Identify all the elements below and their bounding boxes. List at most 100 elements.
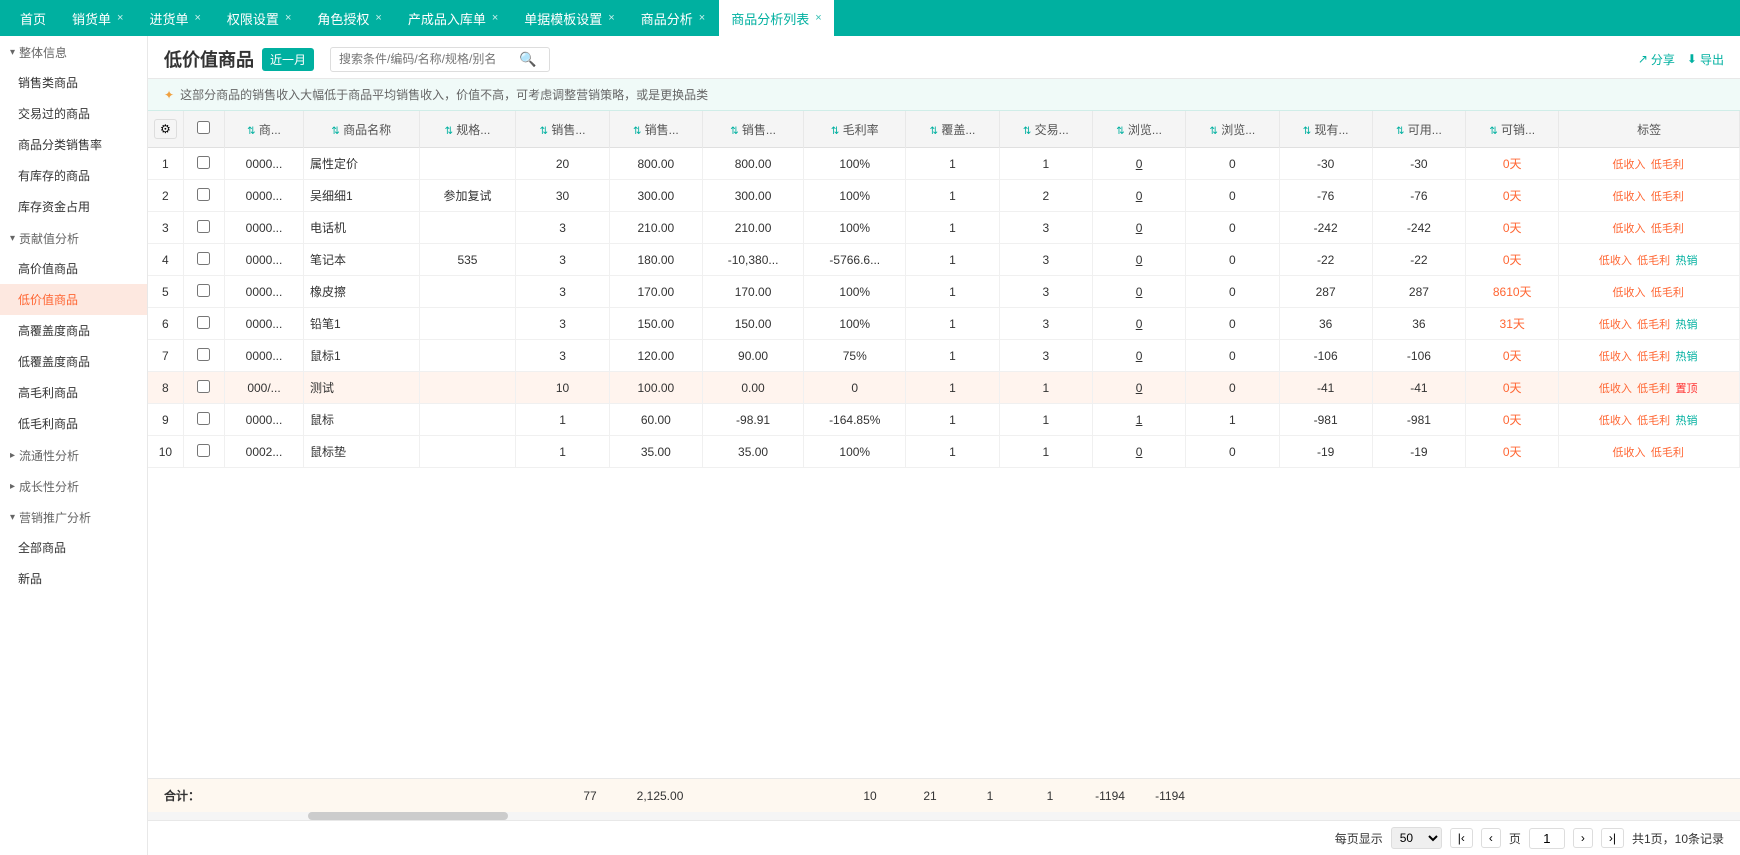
last-page-button[interactable]: ›|: [1601, 828, 1624, 848]
row-checkbox[interactable]: [197, 348, 210, 361]
sidebar-item-low-margin[interactable]: 低毛利商品: [0, 408, 147, 439]
browse-link[interactable]: 0: [1136, 221, 1143, 235]
cell-spec: [419, 340, 516, 372]
sidebar-group-overall[interactable]: ▾ 整体信息: [0, 36, 147, 67]
first-page-button[interactable]: |‹: [1450, 828, 1473, 848]
nav-close-sales[interactable]: ×: [117, 12, 123, 24]
browse-link[interactable]: 0: [1136, 157, 1143, 171]
nav-permission[interactable]: 权限设置 ×: [215, 0, 303, 36]
sort-icon-6[interactable]: ⇅: [730, 126, 738, 137]
sidebar-item-all-products[interactable]: 全部商品: [0, 532, 147, 563]
nav-close-analysis-list[interactable]: ×: [815, 12, 821, 24]
share-button[interactable]: ↗ 分享: [1638, 51, 1675, 68]
row-checkbox[interactable]: [197, 156, 210, 169]
cell-browse2: 0: [1186, 372, 1279, 404]
nav-close-role[interactable]: ×: [375, 12, 381, 24]
browse-link[interactable]: 0: [1136, 189, 1143, 203]
sidebar-item-high-value[interactable]: 高价值商品: [0, 253, 147, 284]
sidebar-item-low-coverage[interactable]: 低覆盖度商品: [0, 346, 147, 377]
tag-badge: 低毛利: [1637, 351, 1670, 363]
sidebar-group-growth[interactable]: ▸ 成长性分析: [0, 470, 147, 501]
sort-icon-2[interactable]: ⇅: [331, 126, 339, 137]
sort-icon-7[interactable]: ⇅: [831, 126, 839, 137]
row-checkbox[interactable]: [197, 316, 210, 329]
sidebar-item-new-products[interactable]: 新品: [0, 563, 147, 594]
table-row: 2 0000... 吴细细1 参加复试 30 300.00 300.00 100…: [148, 180, 1740, 212]
nav-close-purchase[interactable]: ×: [194, 12, 200, 24]
pagination-bar: 每页显示 50 100 200 |‹ ‹ 页 › ›| 共1页，10条记录: [148, 820, 1740, 855]
row-checkbox[interactable]: [197, 412, 210, 425]
nav-purchase-order[interactable]: 进货单 ×: [137, 0, 212, 36]
horizontal-scrollbar[interactable]: [148, 812, 1740, 820]
nav-template-setting[interactable]: 单据模板设置 ×: [512, 0, 626, 36]
sidebar-item-high-coverage[interactable]: 高覆盖度商品: [0, 315, 147, 346]
cell-browse1: 0: [1092, 308, 1185, 340]
sort-icon-8[interactable]: ⇅: [930, 126, 938, 137]
browse-link[interactable]: 0: [1136, 381, 1143, 395]
sidebar-group-circulation[interactable]: ▸ 流通性分析: [0, 439, 147, 470]
cell-available: -19: [1372, 436, 1465, 468]
sidebar-item-high-margin[interactable]: 高毛利商品: [0, 377, 147, 408]
page-size-select[interactable]: 50 100 200: [1391, 827, 1442, 849]
nav-close-product[interactable]: ×: [492, 12, 498, 24]
page-number-input[interactable]: [1529, 828, 1565, 849]
nav-product-analysis[interactable]: 商品分析 ×: [629, 0, 717, 36]
prev-page-button[interactable]: ‹: [1481, 828, 1501, 848]
cell-available: -981: [1372, 404, 1465, 436]
nav-product-analysis-list[interactable]: 商品分析列表 ×: [719, 0, 833, 36]
nav-sales-order[interactable]: 销货单 ×: [60, 0, 135, 36]
cell-browse1: 0: [1092, 212, 1185, 244]
sidebar-item-traded-products[interactable]: 交易过的商品: [0, 98, 147, 129]
browse-link[interactable]: 0: [1136, 253, 1143, 267]
nav-role-auth[interactable]: 角色授权 ×: [305, 0, 393, 36]
cell-coverage: 1: [906, 276, 999, 308]
time-filter-button[interactable]: 近一月: [262, 48, 314, 71]
browse-link[interactable]: 0: [1136, 349, 1143, 363]
browse-link[interactable]: 0: [1136, 285, 1143, 299]
browse-link[interactable]: 0: [1136, 445, 1143, 459]
export-button[interactable]: ⬇ 导出: [1687, 51, 1724, 68]
select-all-checkbox[interactable]: [197, 121, 210, 134]
sidebar-item-stock-fund[interactable]: 库存资金占用: [0, 191, 147, 222]
row-checkbox[interactable]: [197, 380, 210, 393]
sidebar-item-sales-products[interactable]: 销售类商品: [0, 67, 147, 98]
cell-spec: [419, 404, 516, 436]
nav-close-analysis[interactable]: ×: [699, 12, 705, 24]
cell-sales-qty: 3: [516, 276, 609, 308]
sidebar-item-stock-products[interactable]: 有库存的商品: [0, 160, 147, 191]
nav-close-permission[interactable]: ×: [285, 12, 291, 24]
sort-icon-11[interactable]: ⇅: [1209, 126, 1217, 137]
sidebar-item-category-sales[interactable]: 商品分类销售率: [0, 129, 147, 160]
search-icon[interactable]: 🔍: [519, 51, 536, 68]
nav-home[interactable]: 首页: [8, 0, 58, 36]
search-input[interactable]: [339, 52, 519, 66]
row-checkbox[interactable]: [197, 444, 210, 457]
column-settings-button[interactable]: ⚙: [154, 119, 177, 139]
row-checkbox[interactable]: [197, 188, 210, 201]
sort-icon-3[interactable]: ⇅: [445, 126, 453, 137]
sort-icon-14[interactable]: ⇅: [1489, 126, 1497, 137]
sort-icon-13[interactable]: ⇅: [1396, 126, 1404, 137]
sort-icon-12[interactable]: ⇅: [1303, 126, 1311, 137]
sort-icon-9[interactable]: ⇅: [1023, 126, 1031, 137]
next-page-button[interactable]: ›: [1573, 828, 1593, 848]
sort-icon-5[interactable]: ⇅: [633, 126, 641, 137]
sidebar-group-marketing[interactable]: ▾ 营销推广分析: [0, 501, 147, 532]
row-checkbox[interactable]: [197, 220, 210, 233]
row-checkbox[interactable]: [197, 252, 210, 265]
nav-close-template[interactable]: ×: [608, 12, 614, 24]
browse-link[interactable]: 0: [1136, 317, 1143, 331]
row-checkbox[interactable]: [197, 284, 210, 297]
sidebar-item-low-value[interactable]: 低价值商品: [0, 284, 147, 315]
sort-icon-10[interactable]: ⇅: [1116, 126, 1124, 137]
col-current-header: ⇅ 现有...: [1279, 111, 1372, 148]
col-browse2-header: ⇅ 浏览...: [1186, 111, 1279, 148]
sort-icon-4[interactable]: ⇅: [540, 126, 548, 137]
sidebar-group-contribution[interactable]: ▾ 贡献值分析: [0, 222, 147, 253]
nav-product-storage[interactable]: 产成品入库单 ×: [396, 0, 510, 36]
scrollbar-thumb[interactable]: [308, 812, 508, 820]
sort-icon[interactable]: ⇅: [247, 126, 255, 137]
cell-tags: 低收入 低毛利 热销: [1559, 308, 1740, 340]
browse-link[interactable]: 1: [1136, 413, 1143, 427]
cell-sales-price: 800.00: [609, 148, 702, 180]
